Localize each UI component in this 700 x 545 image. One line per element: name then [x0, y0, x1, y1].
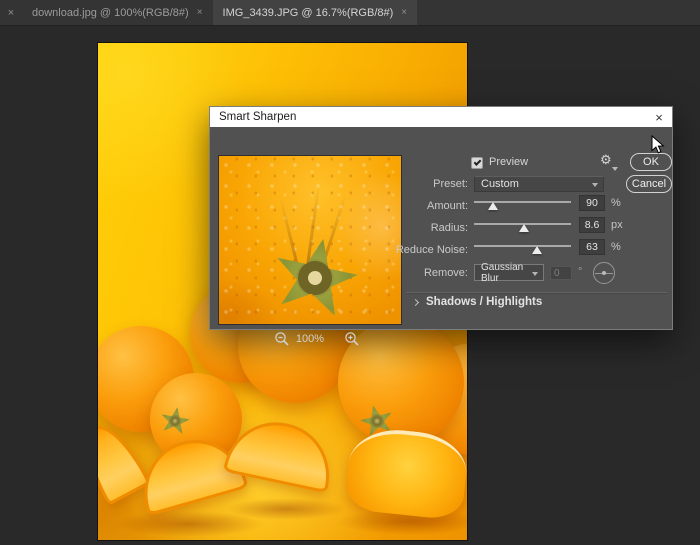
amount-unit: % — [611, 197, 621, 209]
shadows-highlights-header[interactable]: Shadows / Highlights — [426, 296, 542, 308]
dialog-close-icon[interactable]: × — [646, 107, 672, 127]
preview-zoom-level[interactable]: 100% — [292, 333, 328, 345]
dialog-title-text: Smart Sharpen — [219, 111, 296, 123]
tab-close-icon[interactable]: × — [401, 7, 407, 18]
remove-label: Remove: — [350, 267, 468, 279]
ok-button[interactable]: OK — [630, 153, 672, 171]
fruit-shadow — [226, 498, 346, 520]
photoshop-workspace: × download.jpg @ 100%(RGB/8#) × IMG_3439… — [0, 0, 700, 545]
slider-track — [474, 245, 571, 247]
tab-close-icon[interactable]: × — [197, 7, 203, 18]
zoom-in-icon[interactable] — [344, 331, 360, 347]
smart-sharpen-dialog: Smart Sharpen × — [209, 106, 673, 330]
preset-label: Preset: — [350, 178, 468, 190]
reduce-noise-slider[interactable] — [474, 241, 571, 255]
tab-label: download.jpg @ 100%(RGB/8#) — [32, 7, 189, 19]
radius-label: Radius: — [350, 222, 468, 234]
gear-caret-icon — [612, 167, 618, 171]
stem-ring — [295, 258, 335, 298]
reduce-noise-label: Reduce Noise: — [350, 244, 468, 256]
document-tab-bar: × download.jpg @ 100%(RGB/8#) × IMG_3439… — [0, 0, 700, 26]
preview-zoom-controls: 100% — [218, 330, 402, 350]
tab-label: IMG_3439.JPG @ 16.7%(RGB/8#) — [223, 7, 394, 19]
amount-label: Amount: — [350, 200, 468, 212]
angle-value-input-disabled: 0 — [550, 266, 572, 280]
cancel-button[interactable]: Cancel — [626, 175, 672, 193]
tab-img-3439-jpg[interactable]: IMG_3439.JPG @ 16.7%(RGB/8#) × — [213, 0, 418, 25]
reduce-noise-value-input[interactable]: 63 — [579, 239, 605, 255]
radius-unit: px — [611, 219, 623, 231]
amount-value-input[interactable]: 90 — [579, 195, 605, 211]
check-icon — [473, 158, 481, 166]
preview-checkbox-label: Preview — [489, 156, 528, 168]
preset-value: Custom — [481, 178, 519, 190]
chevron-right-icon[interactable] — [412, 299, 419, 306]
remove-dropdown[interactable]: Gaussian Blur — [474, 264, 544, 281]
preset-dropdown[interactable]: Custom — [474, 176, 604, 192]
chevron-down-icon — [532, 272, 538, 276]
remove-value: Gaussian Blur — [481, 262, 537, 284]
dialog-title: Smart Sharpen — [210, 107, 672, 127]
mouse-cursor — [650, 135, 665, 154]
panel-close-icon[interactable]: × — [0, 0, 22, 25]
dialog-body: 100% Preview ⚙ OK Cancel Preset: Custom — [210, 127, 672, 329]
zoom-out-icon[interactable] — [274, 331, 290, 347]
radius-slider[interactable] — [474, 219, 571, 233]
slider-handle[interactable] — [532, 246, 542, 254]
chevron-down-icon — [592, 183, 598, 187]
radius-value-input[interactable]: 8.6 — [579, 217, 605, 233]
degree-symbol: ° — [578, 266, 582, 278]
angle-dial-dot — [602, 271, 606, 275]
section-divider — [406, 292, 667, 293]
preview-checkbox[interactable] — [471, 157, 483, 169]
slider-handle[interactable] — [488, 202, 498, 210]
tab-download-jpg[interactable]: download.jpg @ 100%(RGB/8#) × — [22, 0, 213, 25]
amount-slider[interactable] — [474, 197, 571, 211]
angle-dial[interactable] — [593, 262, 615, 284]
slider-handle[interactable] — [519, 224, 529, 232]
reduce-noise-unit: % — [611, 241, 621, 253]
gear-icon[interactable]: ⚙ — [600, 153, 612, 166]
stem-core — [307, 270, 324, 287]
